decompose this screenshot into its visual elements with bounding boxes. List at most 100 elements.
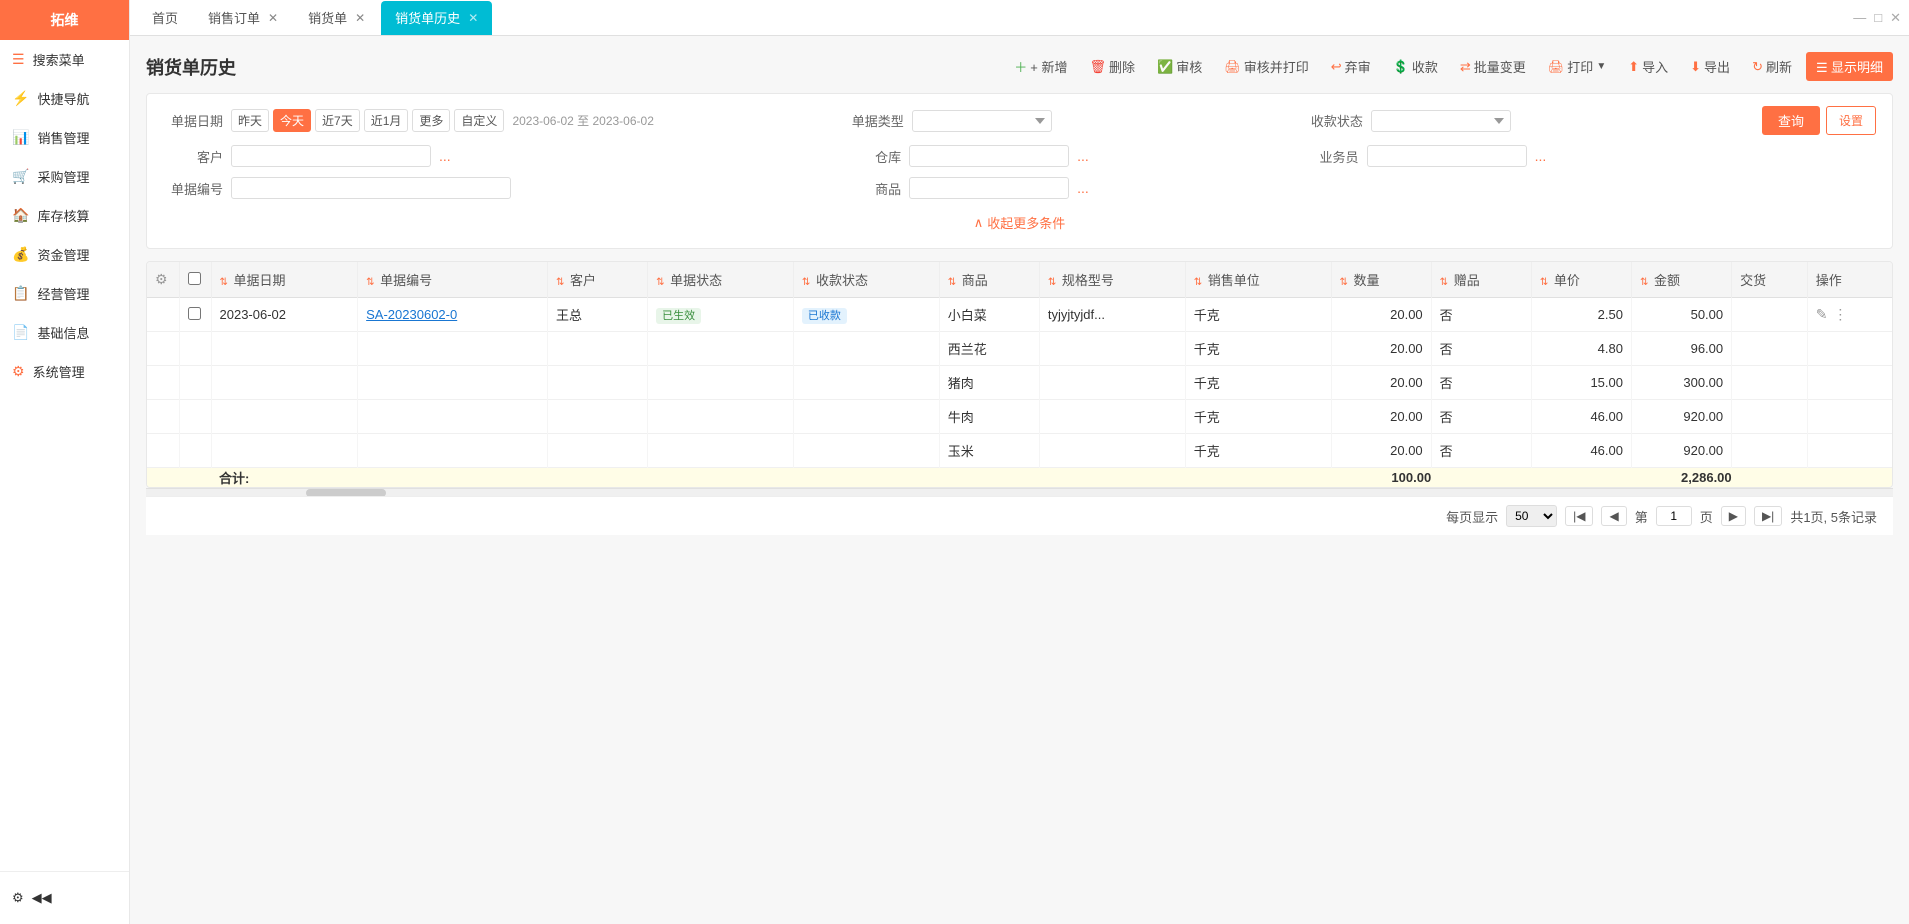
refresh-icon: ↻ <box>1752 59 1763 75</box>
edit-action-icon[interactable]: ✎ <box>1816 306 1828 323</box>
tab-sales-history[interactable]: 销货单历史 ✕ <box>381 1 492 35</box>
unit-price-col-header[interactable]: ⇅ 单价 <box>1531 262 1631 298</box>
doc-date-col-header[interactable]: ⇅ 单据日期 <box>211 262 358 298</box>
discard-button[interactable]: ↩ 弃审 <box>1323 53 1379 80</box>
row-settings <box>147 366 179 400</box>
first-page-button[interactable]: |◀ <box>1565 506 1593 526</box>
totals-end <box>1732 468 1892 488</box>
window-controls: — □ ✕ <box>1853 10 1901 26</box>
sidebar-item-system-mgmt[interactable]: ⚙ 系统管理 <box>0 352 129 391</box>
table-row: 玉米 千克 20.00 否 46.00 920.00 <box>147 434 1892 468</box>
last-page-button[interactable]: ▶| <box>1754 506 1782 526</box>
doc-status-col-header[interactable]: ⇅ 单据状态 <box>648 262 794 298</box>
salesperson-ellipsis-btn[interactable]: ... <box>1535 148 1547 164</box>
sidebar-collapse-icon: ◀◀ <box>32 890 52 906</box>
sidebar-bottom-item[interactable]: ⚙ ◀◀ <box>0 880 129 916</box>
totals-gift <box>1431 468 1531 488</box>
close-icon[interactable]: ✕ <box>1890 10 1901 26</box>
date-btn-yesterday[interactable]: 昨天 <box>231 109 269 132</box>
gift-col-header[interactable]: ⇅ 赠品 <box>1431 262 1531 298</box>
goods-input[interactable] <box>909 177 1069 199</box>
row-spec <box>1039 366 1185 400</box>
print-button[interactable]: 🖨 打印 ▼ <box>1540 53 1614 80</box>
row-select-checkbox[interactable] <box>188 307 201 320</box>
row-customer: 王总 <box>547 298 647 332</box>
tab-close-sales-order[interactable]: ✕ <box>268 11 278 25</box>
tab-sales-goods[interactable]: 销货单 ✕ <box>294 1 379 35</box>
import-button[interactable]: ⬆ 导入 <box>1620 53 1676 80</box>
sidebar-item-sales-mgmt[interactable]: 📊 销售管理 <box>0 118 129 157</box>
more-action-icon[interactable]: ⋮ <box>1833 306 1847 323</box>
select-all-checkbox[interactable] <box>188 272 201 285</box>
row-doc-date <box>211 434 358 468</box>
spec-col-header[interactable]: ⇅ 规格型号 <box>1039 262 1185 298</box>
customer-ellipsis-btn[interactable]: ... <box>439 148 451 164</box>
goods-ellipsis-btn[interactable]: ... <box>1077 180 1089 196</box>
page-size-select[interactable]: 50 10 20 100 <box>1506 505 1557 527</box>
delete-icon: 🗑 <box>1089 59 1106 75</box>
display-detail-button[interactable]: ☰ 显示明细 <box>1806 52 1893 81</box>
row-goods: 西兰花 <box>939 332 1039 366</box>
amount-col-header[interactable]: ⇅ 金额 <box>1631 262 1731 298</box>
warehouse-ellipsis-btn[interactable]: ... <box>1077 148 1089 164</box>
row-unit-price: 2.50 <box>1531 298 1631 332</box>
date-btn-today[interactable]: 今天 <box>273 109 311 132</box>
export-button[interactable]: ⬇ 导出 <box>1682 53 1738 80</box>
collapse-button[interactable]: ∧ 收起更多条件 <box>974 209 1066 236</box>
qty-col-header[interactable]: ⇅ 数量 <box>1331 262 1431 298</box>
tab-close-sales-goods[interactable]: ✕ <box>355 11 365 25</box>
payment-status-select[interactable] <box>1371 110 1511 132</box>
tab-close-sales-history[interactable]: ✕ <box>468 11 478 25</box>
goods-col-header[interactable]: ⇅ 商品 <box>939 262 1039 298</box>
sidebar-item-operation-mgmt[interactable]: 📋 经营管理 <box>0 274 129 313</box>
refresh-button[interactable]: ↻ 刷新 <box>1744 53 1800 80</box>
audit-print-button[interactable]: 🖨 审核并打印 <box>1216 53 1317 80</box>
maximize-icon[interactable]: □ <box>1874 10 1882 26</box>
batch-change-button[interactable]: ⇄ 批量变更 <box>1452 53 1534 80</box>
sales-unit-col-header[interactable]: ⇅ 销售单位 <box>1185 262 1331 298</box>
filter-row-1: 单据日期 昨天 今天 近7天 近1月 更多 自定义 2023-06-02 至 2… <box>163 106 1876 135</box>
date-btn-custom[interactable]: 自定义 <box>454 109 504 132</box>
sidebar-item-inventory-calc[interactable]: 🏠 库存核算 <box>0 196 129 235</box>
doc-no-input[interactable] <box>231 177 511 199</box>
doc-type-select[interactable] <box>912 110 1052 132</box>
new-button[interactable]: ＋ + 新增 <box>1006 53 1075 80</box>
customer-col-header[interactable]: ⇅ 客户 <box>547 262 647 298</box>
table-row: 2023-06-02 SA-20230602-0 王总 已生效 已收款 小白菜 … <box>147 298 1892 332</box>
sidebar-item-search-menu[interactable]: ☰ 搜索菜单 <box>0 40 129 79</box>
audit-button[interactable]: ✅ 审核 <box>1149 53 1210 80</box>
collect-icon: 💲 <box>1393 59 1409 75</box>
sidebar-item-quick-nav[interactable]: ⚡ 快捷导航 <box>0 79 129 118</box>
sidebar-item-purchase-mgmt[interactable]: 🛒 采购管理 <box>0 157 129 196</box>
page-number-input[interactable] <box>1656 506 1692 526</box>
query-button[interactable]: 查询 <box>1762 106 1820 135</box>
customer-input[interactable] <box>231 145 431 167</box>
row-actions <box>1807 434 1892 468</box>
horizontal-scrollbar[interactable] <box>146 488 1893 496</box>
tab-sales-order[interactable]: 销售订单 ✕ <box>194 1 292 35</box>
transaction-col-header: 交货 <box>1732 262 1808 298</box>
salesperson-input[interactable] <box>1367 145 1527 167</box>
filter-settings-button[interactable]: 设置 <box>1826 106 1876 135</box>
sidebar-item-finance-mgmt[interactable]: 💰 资金管理 <box>0 235 129 274</box>
settings-col-header[interactable]: ⚙ <box>147 262 179 298</box>
date-btn-group: 昨天 今天 近7天 近1月 更多 自定义 <box>231 109 504 132</box>
date-btn-1month[interactable]: 近1月 <box>364 109 409 132</box>
warehouse-input[interactable] <box>909 145 1069 167</box>
search-menu-icon: ☰ <box>12 51 25 68</box>
tab-home[interactable]: 首页 <box>138 1 192 35</box>
collect-button[interactable]: 💲 收款 <box>1385 53 1446 80</box>
date-btn-more[interactable]: 更多 <box>412 109 450 132</box>
row-goods: 猪肉 <box>939 366 1039 400</box>
prev-page-button[interactable]: ◀ <box>1601 506 1626 526</box>
next-page-button[interactable]: ▶ <box>1721 506 1746 526</box>
delete-button[interactable]: 🗑 删除 <box>1081 53 1143 80</box>
payment-status-col-header[interactable]: ⇅ 收款状态 <box>793 262 939 298</box>
discard-icon: ↩ <box>1331 59 1342 75</box>
sidebar-item-basic-info[interactable]: 📄 基础信息 <box>0 313 129 352</box>
row-checkbox <box>179 434 211 468</box>
doc-no-link[interactable]: SA-20230602-0 <box>366 307 457 322</box>
minimize-icon[interactable]: — <box>1853 10 1866 26</box>
date-btn-7days[interactable]: 近7天 <box>315 109 360 132</box>
doc-no-col-header[interactable]: ⇅ 单据编号 <box>358 262 548 298</box>
